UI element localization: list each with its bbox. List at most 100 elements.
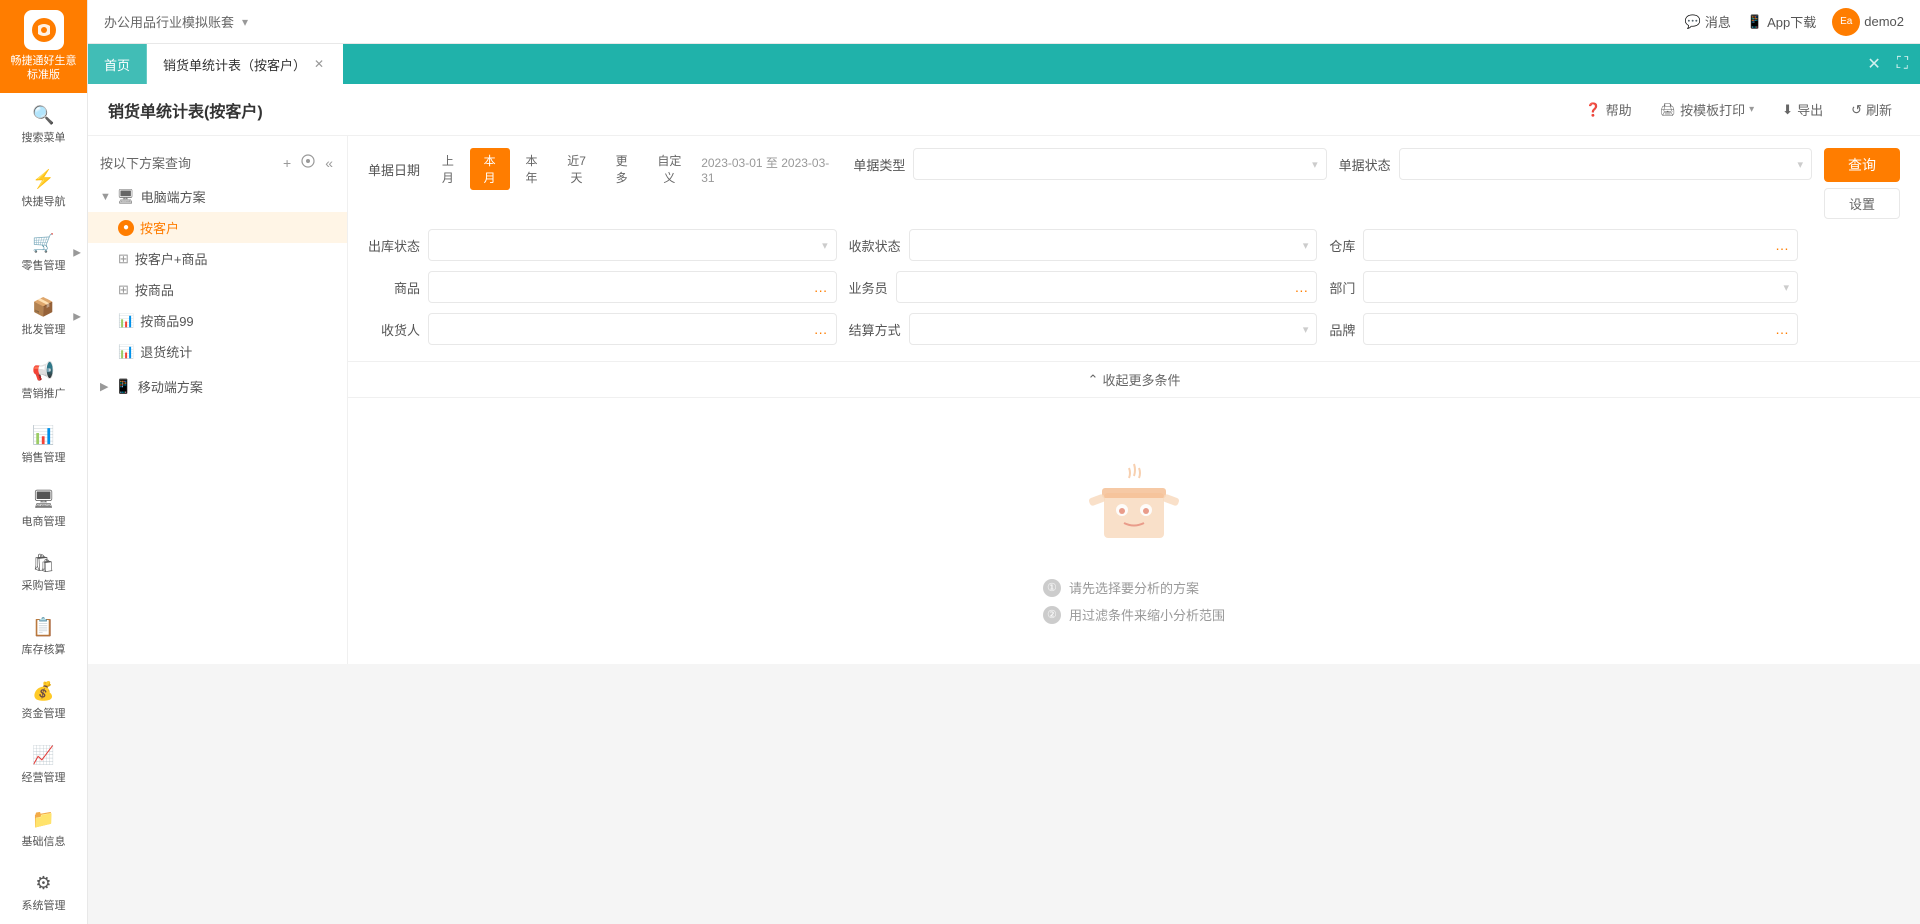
basic-info-icon: 📁 bbox=[32, 809, 54, 830]
home-tab-label: 首页 bbox=[104, 55, 130, 74]
scheme-item-icon: 📊 bbox=[118, 313, 134, 329]
brand-input[interactable]: … bbox=[1363, 313, 1798, 345]
tab-close-icon[interactable]: ✕ bbox=[312, 57, 326, 71]
tip-number-2: ② bbox=[1043, 606, 1061, 624]
export-label: 导出 bbox=[1797, 100, 1823, 119]
retail-icon: 🛒 bbox=[32, 233, 54, 254]
export-icon: ⬇ bbox=[1782, 102, 1793, 118]
edit-scheme-button[interactable] bbox=[299, 152, 317, 173]
sidebar-item-basic-info[interactable]: 📁 基础信息 bbox=[0, 797, 87, 861]
date-btn-more[interactable]: 更多 bbox=[602, 148, 642, 190]
sidebar-item-ecommerce[interactable]: 🖥 电商管理 bbox=[0, 477, 87, 541]
system-icon: ⚙ bbox=[35, 873, 51, 894]
collapse-panel-button[interactable]: « bbox=[323, 153, 335, 173]
date-btn-this-month[interactable]: 本月 bbox=[470, 148, 510, 190]
goods-input[interactable]: … bbox=[428, 271, 837, 303]
sidebar-item-inventory[interactable]: 📋 库存核算 bbox=[0, 605, 87, 669]
topbar-left: 办公用品行业模拟账套 ▾ bbox=[104, 12, 248, 31]
date-btn-this-year[interactable]: 本年 bbox=[512, 148, 552, 190]
scheme-group-arrow-icon: ▶ bbox=[100, 380, 108, 393]
account-dropdown-icon[interactable]: ▾ bbox=[242, 15, 248, 29]
sidebar-item-search-menu[interactable]: 🔍 搜索菜单 bbox=[0, 93, 87, 157]
sidebar-item-retail[interactable]: 🛒 零售管理 ▶ bbox=[0, 221, 87, 285]
salesman-input[interactable]: … bbox=[896, 271, 1318, 303]
sidebar-item-label: 采购管理 bbox=[22, 577, 66, 593]
inventory-icon: 📋 bbox=[32, 617, 54, 638]
query-button[interactable]: 查询 bbox=[1824, 148, 1900, 182]
scheme-item-return-stat[interactable]: 📊 退货统计 bbox=[88, 336, 347, 367]
sidebar-item-operations[interactable]: 📈 经营管理 bbox=[0, 733, 87, 797]
quick-nav-icon: ⚡ bbox=[32, 169, 54, 190]
export-button[interactable]: ⬇ 导出 bbox=[1774, 96, 1831, 123]
tip-number-1: ① bbox=[1043, 579, 1061, 597]
page-actions: ❓ 帮助 🖨 按模板打印 ▾ ⬇ 导出 ↺ 刷新 bbox=[1577, 96, 1900, 135]
account-title: 办公用品行业模拟账套 bbox=[104, 12, 234, 31]
date-btn-last-month[interactable]: 上月 bbox=[428, 148, 468, 190]
settings-button[interactable]: 设置 bbox=[1824, 188, 1900, 219]
refresh-button[interactable]: ↺ 刷新 bbox=[1843, 96, 1900, 123]
tab-home[interactable]: 首页 bbox=[88, 44, 147, 84]
scheme-item-by-customer-goods[interactable]: ⊞ 按客户+商品 bbox=[88, 243, 347, 274]
date-btn-custom[interactable]: 自定义 bbox=[644, 148, 696, 190]
message-button[interactable]: 💬 消息 bbox=[1685, 12, 1731, 31]
scheme-item-by-customer[interactable]: ● 按客户 bbox=[88, 212, 347, 243]
desktop-icon: 🖥 bbox=[117, 188, 135, 205]
sales-icon: 📊 bbox=[32, 425, 54, 446]
date-btn-7days[interactable]: 近7天 bbox=[553, 148, 599, 190]
help-button[interactable]: ❓ 帮助 bbox=[1577, 96, 1639, 123]
scheme-group-mobile-header[interactable]: ▶ 📱 移动端方案 bbox=[88, 371, 347, 402]
sidebar-item-sales[interactable]: 📊 销售管理 bbox=[0, 413, 87, 477]
sidebar-item-purchase[interactable]: 🛍 采购管理 bbox=[0, 541, 87, 605]
scheme-group-arrow-icon: ▼ bbox=[100, 191, 111, 203]
filter-bar: 单据日期 上月 本月 本年 近7天 更多 自定义 2023-03-01 至 20… bbox=[348, 136, 1920, 362]
goods-label: 商品 bbox=[368, 278, 420, 297]
scheme-item-by-goods[interactable]: ⊞ 按商品 bbox=[88, 274, 347, 305]
goods-dots-icon: … bbox=[814, 279, 828, 295]
search-menu-icon: 🔍 bbox=[32, 105, 54, 126]
payment-status-label: 收款状态 bbox=[849, 236, 901, 255]
collapse-filters-button[interactable]: ⌃ 收起更多条件 bbox=[348, 362, 1920, 398]
dept-dropdown-icon: ▾ bbox=[1783, 281, 1789, 294]
sidebar-item-label: 资金管理 bbox=[22, 705, 66, 721]
sidebar-item-label: 系统管理 bbox=[22, 897, 66, 913]
tip-text-2: 用过滤条件来缩小分析范围 bbox=[1069, 605, 1225, 624]
scheme-item-by-goods-99[interactable]: 📊 按商品99 bbox=[88, 305, 347, 336]
receiver-label: 收货人 bbox=[368, 320, 420, 339]
sidebar-item-label: 经营管理 bbox=[22, 769, 66, 785]
dept-input[interactable]: ▾ bbox=[1363, 271, 1798, 303]
window-close-button[interactable]: ✕ bbox=[1863, 50, 1884, 78]
tab-sales-stat[interactable]: 销货单统计表（按客户） ✕ bbox=[147, 44, 343, 84]
help-label: 帮助 bbox=[1606, 100, 1632, 119]
scheme-group-desktop-header[interactable]: ▼ 🖥 电脑端方案 bbox=[88, 181, 347, 212]
tip-text-1: 请先选择要分析的方案 bbox=[1069, 578, 1199, 597]
doc-type-input[interactable]: ▾ bbox=[913, 148, 1326, 180]
ecommerce-icon: 🖥 bbox=[32, 489, 55, 510]
doc-type-dropdown-icon: ▾ bbox=[1312, 158, 1318, 171]
logo[interactable]: 畅捷通好生意 标准版 bbox=[0, 0, 87, 93]
sidebar-item-finance[interactable]: 💰 资金管理 bbox=[0, 669, 87, 733]
add-scheme-button[interactable]: + bbox=[281, 153, 293, 173]
page-content: 销货单统计表(按客户) ❓ 帮助 🖨 按模板打印 ▾ ⬇ 导出 ↺ 刷新 bbox=[88, 84, 1920, 924]
app-download-button[interactable]: 📱 App下载 bbox=[1747, 12, 1816, 31]
user-menu[interactable]: Ea demo2 bbox=[1832, 8, 1904, 36]
receiver-input[interactable]: … bbox=[428, 313, 837, 345]
payment-status-input[interactable]: ▾ bbox=[909, 229, 1318, 261]
doc-status-input[interactable]: ▾ bbox=[1399, 148, 1812, 180]
ship-status-input[interactable]: ▾ bbox=[428, 229, 837, 261]
sidebar-item-wholesale[interactable]: 📦 批发管理 ▶ bbox=[0, 285, 87, 349]
app-download-label: App下载 bbox=[1767, 12, 1816, 31]
print-button[interactable]: 🖨 按模板打印 ▾ bbox=[1652, 96, 1763, 123]
sidebar: 畅捷通好生意 标准版 🔍 搜索菜单 ⚡ 快捷导航 🛒 零售管理 ▶ 📦 批发管理… bbox=[0, 0, 88, 924]
settlement-input[interactable]: ▾ bbox=[909, 313, 1318, 345]
scheme-item-label: 按商品 bbox=[135, 280, 174, 299]
refresh-icon: ↺ bbox=[1851, 102, 1862, 118]
logo-icon bbox=[24, 10, 64, 50]
sidebar-item-label: 搜索菜单 bbox=[22, 129, 66, 145]
sidebar-item-marketing[interactable]: 📢 营销推广 bbox=[0, 349, 87, 413]
sidebar-item-system[interactable]: ⚙ 系统管理 bbox=[0, 861, 87, 924]
warehouse-input[interactable]: … bbox=[1363, 229, 1798, 261]
sales-stat-tab-label: 销货单统计表（按客户） bbox=[163, 55, 306, 74]
sidebar-item-quick-nav[interactable]: ⚡ 快捷导航 bbox=[0, 157, 87, 221]
window-maximize-button[interactable]: ⛶ bbox=[1893, 51, 1912, 77]
operations-icon: 📈 bbox=[32, 745, 54, 766]
